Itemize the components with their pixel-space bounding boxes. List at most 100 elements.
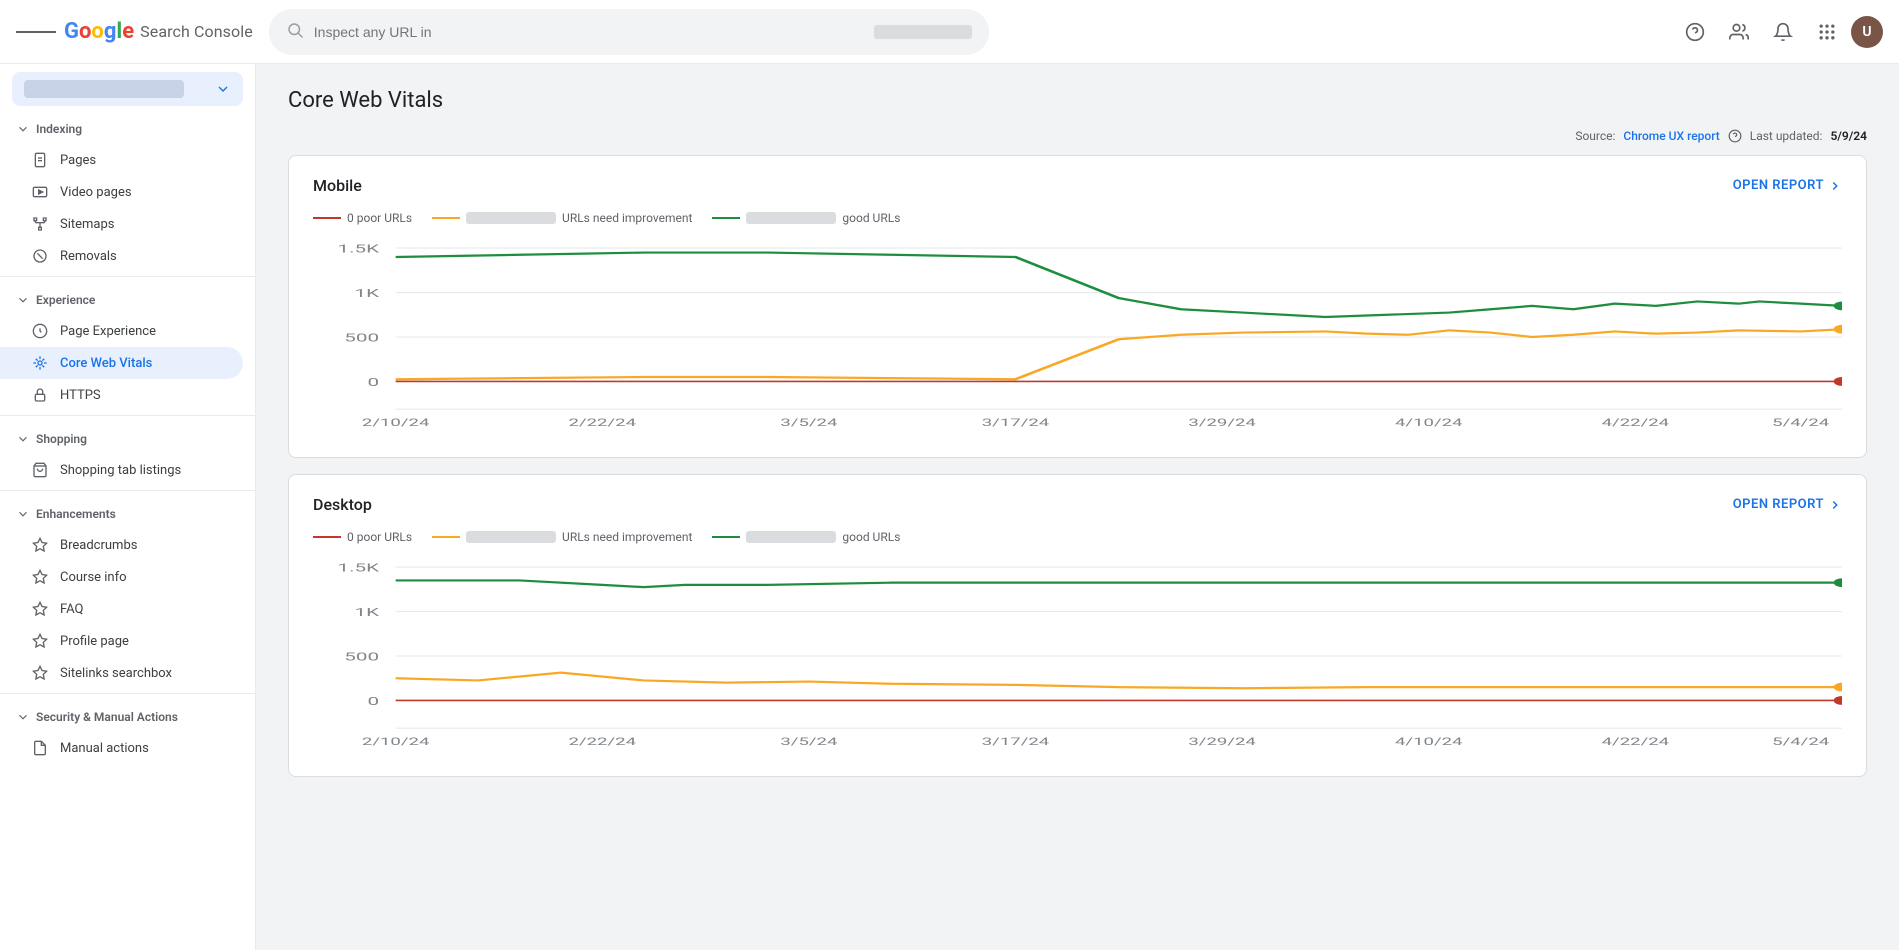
legend-needs-improvement: URLs need improvement (432, 211, 692, 225)
sidebar-section-header-security[interactable]: Security & Manual Actions (0, 702, 255, 732)
desktop-card-header: Desktop OPEN REPORT (313, 495, 1842, 514)
avatar[interactable]: U (1851, 16, 1883, 48)
svg-text:3/17/24: 3/17/24 (982, 736, 1050, 748)
logo[interactable]: Google Search Console (64, 19, 253, 44)
svg-text:4/10/24: 4/10/24 (1395, 417, 1463, 429)
sidebar-item-sitemaps[interactable]: Sitemaps (0, 208, 243, 240)
chevron-down-icon (16, 507, 30, 521)
needs-improvement-line-desktop (432, 536, 460, 538)
sidebar-item-https[interactable]: HTTPS (0, 379, 243, 411)
sidebar-item-shopping-tab-listings[interactable]: Shopping tab listings (0, 454, 243, 486)
sidebar-label-https: HTTPS (60, 388, 101, 403)
video-pages-icon (32, 184, 48, 200)
property-selector[interactable] (12, 72, 243, 106)
profile-page-icon (32, 633, 48, 649)
source-bar: Source: Chrome UX report Last updated: 5… (288, 129, 1867, 143)
mobile-open-report-button[interactable]: OPEN REPORT (1733, 178, 1842, 193)
sidebar-item-breadcrumbs[interactable]: Breadcrumbs (0, 529, 243, 561)
last-updated-date: 5/9/24 (1830, 129, 1867, 143)
svg-text:1K: 1K (355, 607, 380, 620)
core-web-vitals-icon (32, 355, 48, 371)
sidebar-section-header-indexing[interactable]: Indexing (0, 114, 255, 144)
sidebar-item-sitelinks-searchbox[interactable]: Sitelinks searchbox (0, 657, 243, 689)
sidebar-section-header-experience[interactable]: Experience (0, 285, 255, 315)
sidebar-label-profile-page: Profile page (60, 634, 129, 649)
sidebar: Indexing Pages Video pages Sitemaps Remo… (0, 64, 256, 950)
shopping-icon (32, 462, 48, 478)
desktop-chart: 1.5K 1K 500 0 2/10/24 2/ (313, 556, 1842, 756)
https-icon (32, 387, 48, 403)
svg-text:4/10/24: 4/10/24 (1395, 736, 1463, 748)
sidebar-item-course-info[interactable]: Course info (0, 561, 243, 593)
sidebar-section-indexing: Indexing Pages Video pages Sitemaps Remo… (0, 114, 255, 272)
chevron-down-icon (16, 710, 30, 724)
svg-text:5/4/24: 5/4/24 (1772, 736, 1830, 748)
section-label-enhancements: Enhancements (36, 507, 116, 521)
apps-button[interactable] (1807, 12, 1847, 52)
chevron-down-icon (215, 81, 231, 97)
mobile-card-title: Mobile (313, 176, 362, 195)
legend-good-label-desktop: good URLs (842, 530, 900, 544)
legend-poor-label-desktop: 0 poor URLs (347, 530, 412, 544)
sidebar-label-faq: FAQ (60, 602, 83, 617)
product-name: Search Console (140, 22, 253, 41)
page-title: Core Web Vitals (288, 88, 1867, 113)
pages-icon (32, 152, 48, 168)
legend-poor-label: 0 poor URLs (347, 211, 412, 225)
sidebar-label-manual-actions: Manual actions (60, 741, 149, 756)
sidebar-label-video-pages: Video pages (60, 185, 132, 200)
legend-ni-blurred (466, 212, 556, 224)
mobile-legend: 0 poor URLs URLs need improvement good U… (313, 211, 1842, 225)
sidebar-item-faq[interactable]: FAQ (0, 593, 243, 625)
sidebar-section-header-shopping[interactable]: Shopping (0, 424, 255, 454)
desktop-legend: 0 poor URLs URLs need improvement good U… (313, 530, 1842, 544)
legend-ni-blurred-desktop (466, 531, 556, 543)
chevron-down-icon (16, 122, 30, 136)
notifications-button[interactable] (1763, 12, 1803, 52)
help-circle-icon[interactable] (1728, 129, 1742, 143)
menu-button[interactable] (16, 12, 56, 52)
sidebar-item-manual-actions[interactable]: Manual actions (0, 732, 243, 764)
sidebar-label-course-info: Course info (60, 570, 127, 585)
search-bar[interactable] (269, 9, 989, 55)
source-link[interactable]: Chrome UX report (1623, 129, 1719, 143)
legend-good-desktop: good URLs (712, 530, 900, 544)
sidebar-item-profile-page[interactable]: Profile page (0, 625, 243, 657)
mobile-chart-card: Mobile OPEN REPORT 0 poor URLs URLs need… (288, 155, 1867, 458)
legend-poor-desktop: 0 poor URLs (313, 530, 412, 544)
sidebar-item-page-experience[interactable]: Page Experience (0, 315, 243, 347)
chevron-right-icon (1828, 179, 1842, 193)
sidebar-item-removals[interactable]: Removals (0, 240, 243, 272)
manage-users-button[interactable] (1719, 12, 1759, 52)
sitelinks-searchbox-icon (32, 665, 48, 681)
legend-poor: 0 poor URLs (313, 211, 412, 225)
help-button[interactable] (1675, 12, 1715, 52)
topbar-actions: U (1675, 12, 1883, 52)
breadcrumbs-icon (32, 537, 48, 553)
faq-icon (32, 601, 48, 617)
desktop-open-report-button[interactable]: OPEN REPORT (1733, 497, 1842, 512)
mobile-open-report-label: OPEN REPORT (1733, 178, 1824, 193)
section-label-indexing: Indexing (36, 122, 82, 136)
sidebar-item-video-pages[interactable]: Video pages (0, 176, 243, 208)
desktop-chart-svg: 1.5K 1K 500 0 2/10/24 2/ (313, 556, 1842, 756)
sidebar-item-core-web-vitals[interactable]: Core Web Vitals (0, 347, 243, 379)
svg-text:3/29/24: 3/29/24 (1188, 417, 1256, 429)
sidebar-label-breadcrumbs: Breadcrumbs (60, 538, 137, 553)
svg-text:500: 500 (344, 651, 379, 664)
sidebar-label-shopping-tab-listings: Shopping tab listings (60, 463, 181, 478)
svg-text:3/17/24: 3/17/24 (982, 417, 1050, 429)
svg-text:1K: 1K (355, 288, 380, 301)
chevron-down-icon (16, 293, 30, 307)
sidebar-label-page-experience: Page Experience (60, 324, 156, 339)
svg-text:3/5/24: 3/5/24 (780, 736, 838, 748)
sidebar-section-header-enhancements[interactable]: Enhancements (0, 499, 255, 529)
search-input[interactable] (314, 24, 871, 40)
sidebar-label-core-web-vitals: Core Web Vitals (60, 356, 152, 371)
chevron-right-icon (1828, 498, 1842, 512)
legend-ni-label-desktop: URLs need improvement (562, 530, 692, 544)
sidebar-item-pages[interactable]: Pages (0, 144, 243, 176)
desktop-card-title: Desktop (313, 495, 372, 514)
good-line-desktop (712, 536, 740, 538)
sidebar-label-removals: Removals (60, 249, 117, 264)
